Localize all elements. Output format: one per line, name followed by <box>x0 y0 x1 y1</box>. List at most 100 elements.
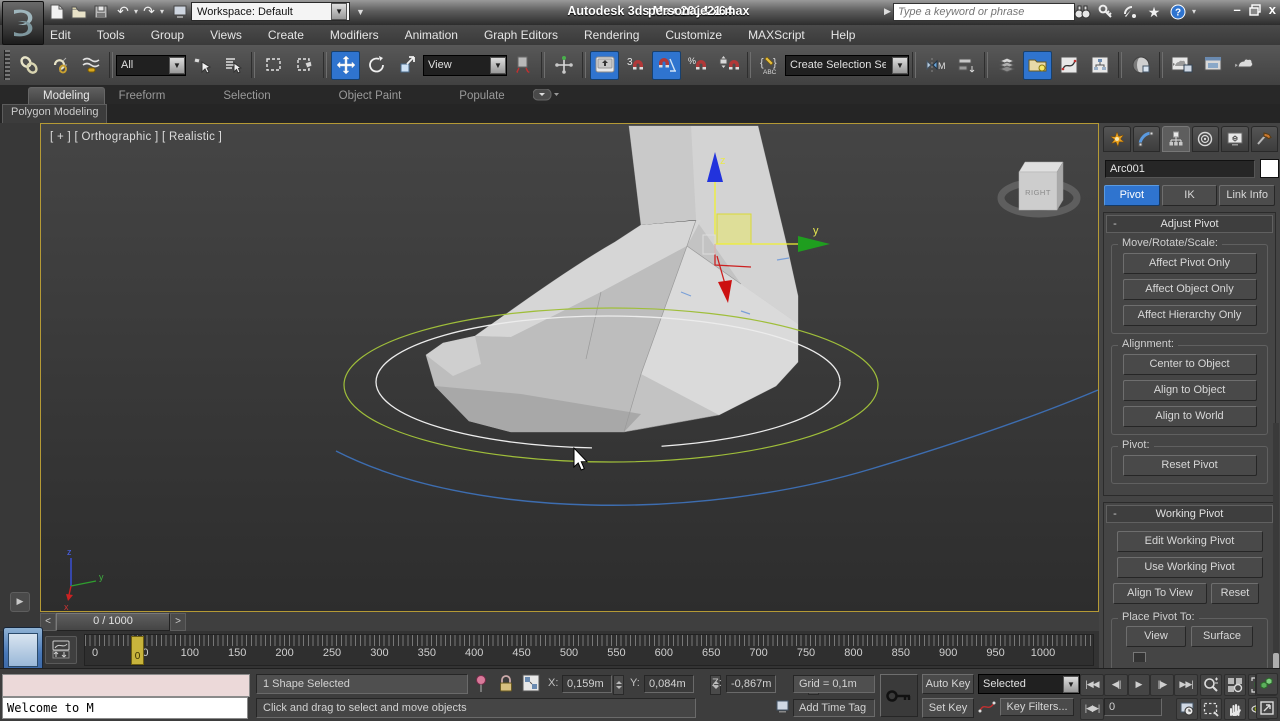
ribbon-tab-freeform[interactable]: Freeform <box>105 88 180 104</box>
window-crossing-icon[interactable] <box>290 51 319 80</box>
object-color-swatch[interactable] <box>1260 159 1279 178</box>
play-button[interactable]: ▶ <box>1128 674 1150 696</box>
time-tag-icon[interactable] <box>776 700 790 714</box>
key-mode-arrow[interactable]: ▼ <box>1063 675 1079 693</box>
close-button[interactable]: x <box>1269 2 1276 17</box>
maxscript-macro-recorder[interactable] <box>2 674 250 697</box>
reference-coordinate-system-dropdown[interactable]: View ▼ <box>423 54 507 76</box>
reset-pivot-button[interactable]: Reset Pivot <box>1122 455 1257 476</box>
previous-frame-button[interactable]: ◀|| <box>1104 674 1128 696</box>
menu-animation[interactable]: Animation <box>405 28 458 42</box>
set-keys-button[interactable] <box>880 674 918 717</box>
use-pivot-point-center-icon[interactable] <box>508 51 537 80</box>
ik-mode-button[interactable]: IK <box>1161 185 1218 206</box>
create-tab-icon[interactable] <box>1103 126 1131 152</box>
align-to-view-checkbox[interactable] <box>1133 652 1146 662</box>
select-and-rotate-icon[interactable] <box>362 51 391 80</box>
modify-tab-icon[interactable] <box>1132 126 1160 152</box>
zoom-region-icon[interactable] <box>1200 698 1222 720</box>
edit-named-selection-sets-icon[interactable]: {} ABC <box>755 51 784 80</box>
auto-key-button[interactable]: Auto Key <box>922 674 974 694</box>
workspace-dropdown-arrow[interactable]: ▼ <box>331 3 348 20</box>
selection-filter-arrow[interactable]: ▼ <box>169 56 185 74</box>
align-to-view-button[interactable]: Align To View <box>1113 583 1207 604</box>
redo-dropdown-arrow[interactable]: ▾ <box>160 7 164 16</box>
affect-object-only-button[interactable]: Affect Object Only <box>1122 279 1257 300</box>
viewport[interactable]: [ + ] [ Orthographic ] [ Realistic ] z y… <box>40 123 1099 612</box>
isolate-selection-pin-icon[interactable] <box>474 675 488 693</box>
ribbon-tab-selection[interactable]: Selection <box>209 88 284 104</box>
layer-manager-icon[interactable] <box>992 51 1021 80</box>
restore-button[interactable] <box>1249 2 1261 17</box>
next-frame-button[interactable]: ||▶ <box>1150 674 1174 696</box>
working-pivot-rollout-header[interactable]: - Working Pivot <box>1106 505 1273 523</box>
collapse-icon[interactable]: - <box>1107 218 1123 230</box>
time-configuration-icon[interactable] <box>1176 698 1198 720</box>
maximize-viewport-toggle-icon[interactable] <box>1256 697 1278 719</box>
polygon-modeling-panel-tab[interactable]: Polygon Modeling <box>2 104 108 123</box>
place-pivot-view-button[interactable]: View <box>1126 626 1186 647</box>
undo-icon[interactable]: ↶ <box>113 3 133 21</box>
go-to-end-button[interactable]: ▶▶| <box>1174 674 1198 696</box>
selection-filter-dropdown[interactable]: All ▼ <box>116 54 186 76</box>
viewcube-face-label[interactable]: RIGHT <box>1025 188 1051 197</box>
sign-in-key-icon[interactable] <box>1096 2 1116 22</box>
select-and-manipulate-icon[interactable] <box>549 51 578 80</box>
menu-graph-editors[interactable]: Graph Editors <box>484 28 558 42</box>
align-to-world-button[interactable]: Align to World <box>1122 406 1257 427</box>
material-editor-icon[interactable] <box>1126 51 1155 80</box>
menu-create[interactable]: Create <box>268 28 304 42</box>
menu-customize[interactable]: Customize <box>665 28 722 42</box>
absolute-offset-mode-icon[interactable] <box>522 674 540 692</box>
open-mini-curve-editor-button[interactable] <box>45 636 77 664</box>
ribbon-minimize-icon[interactable] <box>532 89 559 101</box>
angle-snap-toggle-icon[interactable] <box>652 50 681 80</box>
display-tab-icon[interactable] <box>1221 126 1249 152</box>
menu-modifiers[interactable]: Modifiers <box>330 28 379 42</box>
command-panel-scrollbar[interactable] <box>1273 423 1279 668</box>
selection-set-arrow[interactable]: ▼ <box>892 56 908 74</box>
search-input[interactable] <box>893 3 1075 21</box>
time-slider-track[interactable]: < 0 / 1000 > <box>40 612 1099 632</box>
select-and-scale-icon[interactable] <box>393 51 422 80</box>
named-selection-set-dropdown[interactable]: Create Selection Set ▼ <box>785 54 909 76</box>
save-file-icon[interactable] <box>91 3 111 21</box>
help-dropdown-arrow[interactable]: ▾ <box>1192 2 1196 22</box>
menu-group[interactable]: Group <box>151 28 184 42</box>
toolbar-overflow-arrow[interactable]: ▶ <box>884 6 891 17</box>
affect-pivot-only-button[interactable]: Affect Pivot Only <box>1122 253 1257 274</box>
scrollbar-thumb[interactable] <box>1273 653 1279 668</box>
expand-layer-tracks-button[interactable]: ▶ <box>10 592 30 612</box>
project-workspace-icon[interactable] <box>170 3 190 21</box>
select-and-link-icon[interactable] <box>14 51 43 80</box>
snaps-toggle-3d-icon[interactable]: 3 <box>621 51 650 80</box>
current-frame-handle[interactable]: 0 <box>131 636 144 665</box>
add-time-tag-field[interactable]: Add Time Tag <box>793 699 875 717</box>
communication-center-icon[interactable] <box>1120 2 1140 22</box>
spinner-snap-toggle-icon[interactable] <box>714 51 743 80</box>
menu-views[interactable]: Views <box>210 28 242 42</box>
align-to-object-button[interactable]: Align to Object <box>1122 380 1257 401</box>
render-setup-icon[interactable] <box>1167 51 1196 80</box>
select-and-move-icon[interactable] <box>331 50 360 80</box>
motion-tab-icon[interactable] <box>1191 126 1219 152</box>
current-frame-field[interactable]: 0 <box>1104 698 1162 716</box>
quick-access-flyout-icon[interactable]: ▼ <box>356 7 365 17</box>
zoom-extents-all-icon[interactable] <box>1256 673 1278 695</box>
favorites-star-icon[interactable]: ★ <box>1144 2 1164 22</box>
coord-system-arrow[interactable]: ▼ <box>490 56 506 74</box>
bind-to-space-warp-icon[interactable] <box>76 51 105 80</box>
schematic-view-icon[interactable] <box>1085 51 1114 80</box>
redo-icon[interactable]: ↷ <box>139 3 159 21</box>
align-icon[interactable] <box>951 51 980 80</box>
unlink-selection-icon[interactable] <box>45 51 74 80</box>
pan-hand-icon[interactable] <box>1224 698 1246 720</box>
rendered-frame-window-icon[interactable] <box>1198 51 1227 80</box>
help-icon[interactable]: ? <box>1168 2 1188 22</box>
minimize-button[interactable]: – <box>1234 2 1241 17</box>
open-file-icon[interactable] <box>69 3 89 21</box>
utilities-tab-icon[interactable] <box>1250 126 1278 152</box>
edit-working-pivot-button[interactable]: Edit Working Pivot <box>1116 531 1263 552</box>
place-pivot-surface-button[interactable]: Surface <box>1191 626 1253 647</box>
percent-snap-toggle-icon[interactable]: % <box>683 51 712 80</box>
